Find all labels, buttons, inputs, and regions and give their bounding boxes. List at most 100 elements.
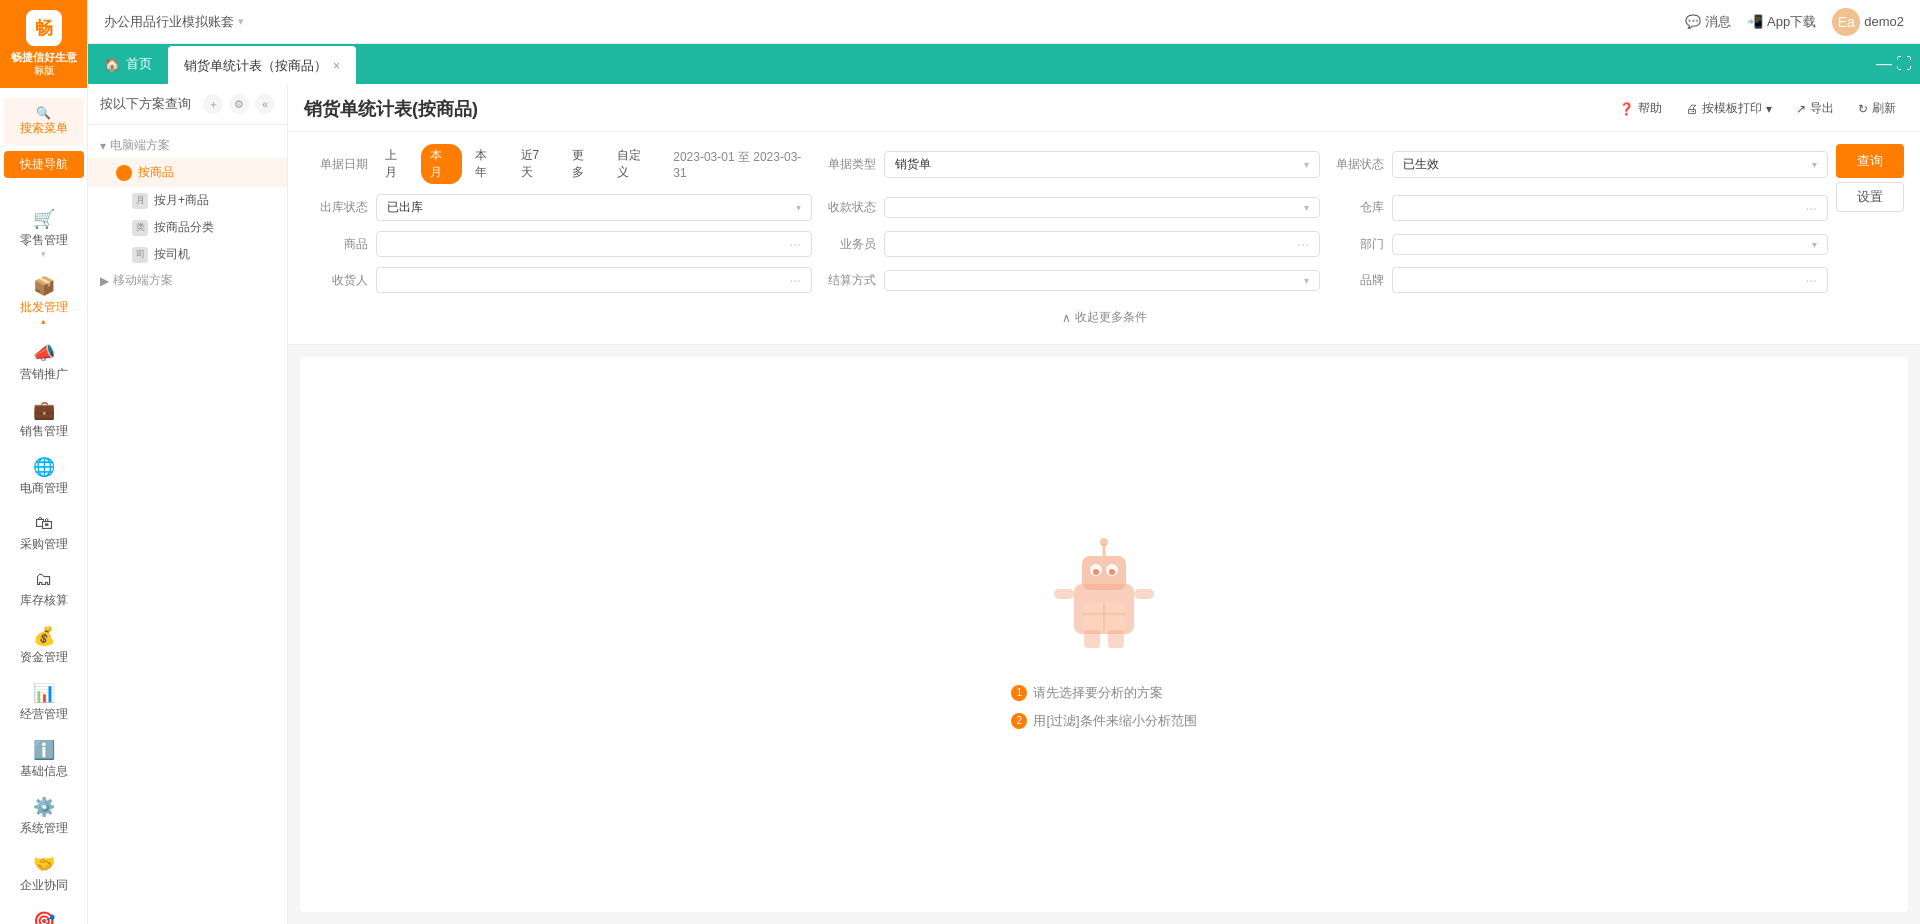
left-panel-icons: ＋ ⚙ « — [203, 94, 275, 114]
recvstatus-select[interactable]: ▾ — [884, 197, 1320, 218]
settings-scheme-btn[interactable]: ⚙ — [229, 94, 249, 114]
logo-icon: 畅 — [26, 10, 62, 46]
sidebar-item-guide[interactable]: 🎯 新手引导 — [0, 902, 87, 924]
date-btn-this-year[interactable]: 本年 — [466, 144, 507, 184]
tab-controls: — ⛶ — [1876, 55, 1920, 73]
outstatus-select[interactable]: 已出库 ▾ — [376, 194, 812, 221]
sidebar-item-basic-info[interactable]: ℹ️ 基础信息 — [0, 731, 87, 788]
filter-warehouse-cell: 仓库 ··· — [1320, 195, 1828, 221]
sidebar-search[interactable]: 🔍 搜索菜单 — [4, 98, 84, 145]
finance-icon: 💰 — [33, 625, 55, 647]
salesperson-input[interactable]: ··· — [884, 231, 1320, 257]
sidebar-item-system[interactable]: ⚙️ 系统管理 — [0, 788, 87, 845]
collapse-more-btn[interactable]: ∧ 收起更多条件 — [304, 303, 1904, 332]
tab-minimize-icon[interactable]: — — [1876, 55, 1892, 73]
sidebar-item-finance[interactable]: 💰 资金管理 — [0, 617, 87, 674]
sidebar-item-purchase[interactable]: 🛍 采购管理 — [0, 505, 87, 561]
industry-name: 办公用品行业模拟账套 — [104, 13, 234, 31]
outstatus-value: 已出库 — [387, 199, 423, 216]
warehouse-input[interactable]: ··· — [1392, 195, 1828, 221]
sidebar-item-retail[interactable]: 🛒 零售管理 ▾ — [0, 200, 87, 267]
date-btn-custom[interactable]: 自定义 — [608, 144, 661, 184]
tree-group-desktop-label: 电脑端方案 — [110, 137, 170, 154]
tree-item-by-month-goods[interactable]: 月 按月+商品 — [88, 187, 287, 214]
content-area: 按以下方案查询 ＋ ⚙ « ▾ 电脑端方案 按商品 月 — [88, 84, 1920, 924]
export-btn[interactable]: ↗ 导出 — [1788, 96, 1842, 121]
goods-input[interactable]: ··· — [376, 231, 812, 257]
industry-selector[interactable]: 办公用品行业模拟账套 ▾ — [104, 13, 244, 31]
dept-select[interactable]: ▾ — [1392, 234, 1828, 255]
doctype-select[interactable]: 销货单 ▾ — [884, 151, 1320, 178]
query-buttons: 查询 设置 — [1836, 144, 1904, 212]
svg-rect-11 — [1108, 630, 1124, 648]
receiver-dots-icon: ··· — [789, 272, 801, 288]
app-name: 畅捷信好生意 — [11, 50, 77, 64]
sidebar-item-inventory[interactable]: 🗂 库存核算 — [0, 561, 87, 617]
settings-btn[interactable]: 设置 — [1836, 182, 1904, 212]
sidebar-search-section: 🔍 搜索菜单 快捷导航 — [0, 88, 87, 186]
user-btn[interactable]: Ea demo2 — [1832, 8, 1904, 36]
payment-chevron-icon: ▾ — [1304, 275, 1309, 286]
page-title-row: 销货单统计表(按商品) ❓ 帮助 🖨 按模板打印 ▾ ↗ — [304, 96, 1904, 121]
brand-label: 品牌 — [1320, 272, 1392, 289]
scheme-icon-driver: 司 — [132, 247, 148, 263]
tab-active[interactable]: 销货单统计表（按商品） × — [168, 46, 356, 86]
tab-maximize-icon[interactable]: ⛶ — [1896, 55, 1912, 73]
active-scheme-icon — [116, 165, 132, 181]
docstatus-label: 单据状态 — [1320, 156, 1392, 173]
query-btn[interactable]: 查询 — [1836, 144, 1904, 178]
tree-group-mobile-expand-icon: ▶ — [100, 274, 109, 288]
sidebar-item-ecommerce[interactable]: 🌐 电商管理 — [0, 448, 87, 505]
retail-icon: 🛒 — [33, 208, 55, 230]
message-btn[interactable]: 💬 消息 — [1685, 13, 1731, 31]
sidebar-quick-nav[interactable]: 快捷导航 — [4, 151, 84, 178]
date-btn-more[interactable]: 更多 — [563, 144, 604, 184]
scheme-icon-category: 类 — [132, 220, 148, 236]
receiver-input[interactable]: ··· — [376, 267, 812, 293]
filter-date-cell: 单据日期 上月 本月 本年 近7天 更多 自定义 — [304, 144, 812, 184]
tree-item-by-category[interactable]: 类 按商品分类 — [88, 214, 287, 241]
download-btn[interactable]: 📲 App下载 — [1747, 13, 1816, 31]
tab-home[interactable]: 🏠 首页 — [88, 44, 168, 84]
tree-item-by-driver[interactable]: 司 按司机 — [88, 241, 287, 268]
tree-item-by-goods[interactable]: 按商品 — [88, 158, 287, 187]
empty-step-2: 2 用[过滤]条件来缩小分析范围 — [1011, 708, 1196, 734]
template-print-btn[interactable]: 🖨 按模板打印 ▾ — [1678, 96, 1780, 121]
export-icon: ↗ — [1796, 102, 1806, 116]
sidebar-item-enterprise[interactable]: 🤝 企业协同 — [0, 845, 87, 902]
sidebar-item-sales[interactable]: 💼 销售管理 — [0, 391, 87, 448]
sidebar-item-wholesale[interactable]: 📦 批发管理 ▴ — [0, 267, 87, 334]
svg-rect-8 — [1054, 589, 1074, 599]
sidebar-item-management[interactable]: 📊 经营管理 — [0, 674, 87, 731]
goods-dots-icon: ··· — [789, 236, 801, 252]
guide-icon: 🎯 — [33, 910, 55, 924]
svg-point-7 — [1100, 538, 1108, 546]
refresh-btn[interactable]: ↻ 刷新 — [1850, 96, 1904, 121]
tab-active-label: 销货单统计表（按商品） — [184, 57, 327, 75]
collapse-panel-btn[interactable]: « — [255, 94, 275, 114]
filter-row-1: 单据日期 上月 本月 本年 近7天 更多 自定义 — [304, 144, 1828, 184]
filter-rows-container: 单据日期 上月 本月 本年 近7天 更多 自定义 — [304, 144, 1904, 303]
add-scheme-btn[interactable]: ＋ — [203, 94, 223, 114]
help-btn[interactable]: ❓ 帮助 — [1611, 96, 1670, 121]
page-title: 销货单统计表(按商品) — [304, 97, 478, 121]
filter-rows: 单据日期 上月 本月 本年 近7天 更多 自定义 — [304, 144, 1828, 303]
page-header: 销货单统计表(按商品) ❓ 帮助 🖨 按模板打印 ▾ ↗ — [288, 84, 1920, 132]
warehouse-label: 仓库 — [1320, 199, 1392, 216]
tree-group-desktop[interactable]: ▾ 电脑端方案 — [88, 133, 287, 158]
left-panel-title: 按以下方案查询 — [100, 95, 191, 113]
date-shortcuts: 上月 本月 本年 近7天 更多 自定义 — [376, 144, 661, 184]
date-btn-last-month[interactable]: 上月 — [376, 144, 417, 184]
date-range-display: 2023-03-01 至 2023-03-31 — [673, 149, 812, 180]
tab-close-icon[interactable]: × — [333, 59, 340, 73]
sidebar-item-marketing[interactable]: 📣 营销推广 — [0, 334, 87, 391]
username: demo2 — [1864, 14, 1904, 29]
date-btn-this-month[interactable]: 本月 — [421, 144, 462, 184]
payment-select[interactable]: ▾ — [884, 270, 1320, 291]
date-btn-7days[interactable]: 近7天 — [512, 144, 560, 184]
tree-group-mobile-label: 移动端方案 — [113, 272, 173, 289]
docstatus-select[interactable]: 已生效 ▾ — [1392, 151, 1828, 178]
brand-input[interactable]: ··· — [1392, 267, 1828, 293]
tree-group-mobile[interactable]: ▶ 移动端方案 — [88, 268, 287, 293]
dept-chevron-icon: ▾ — [1812, 239, 1817, 250]
